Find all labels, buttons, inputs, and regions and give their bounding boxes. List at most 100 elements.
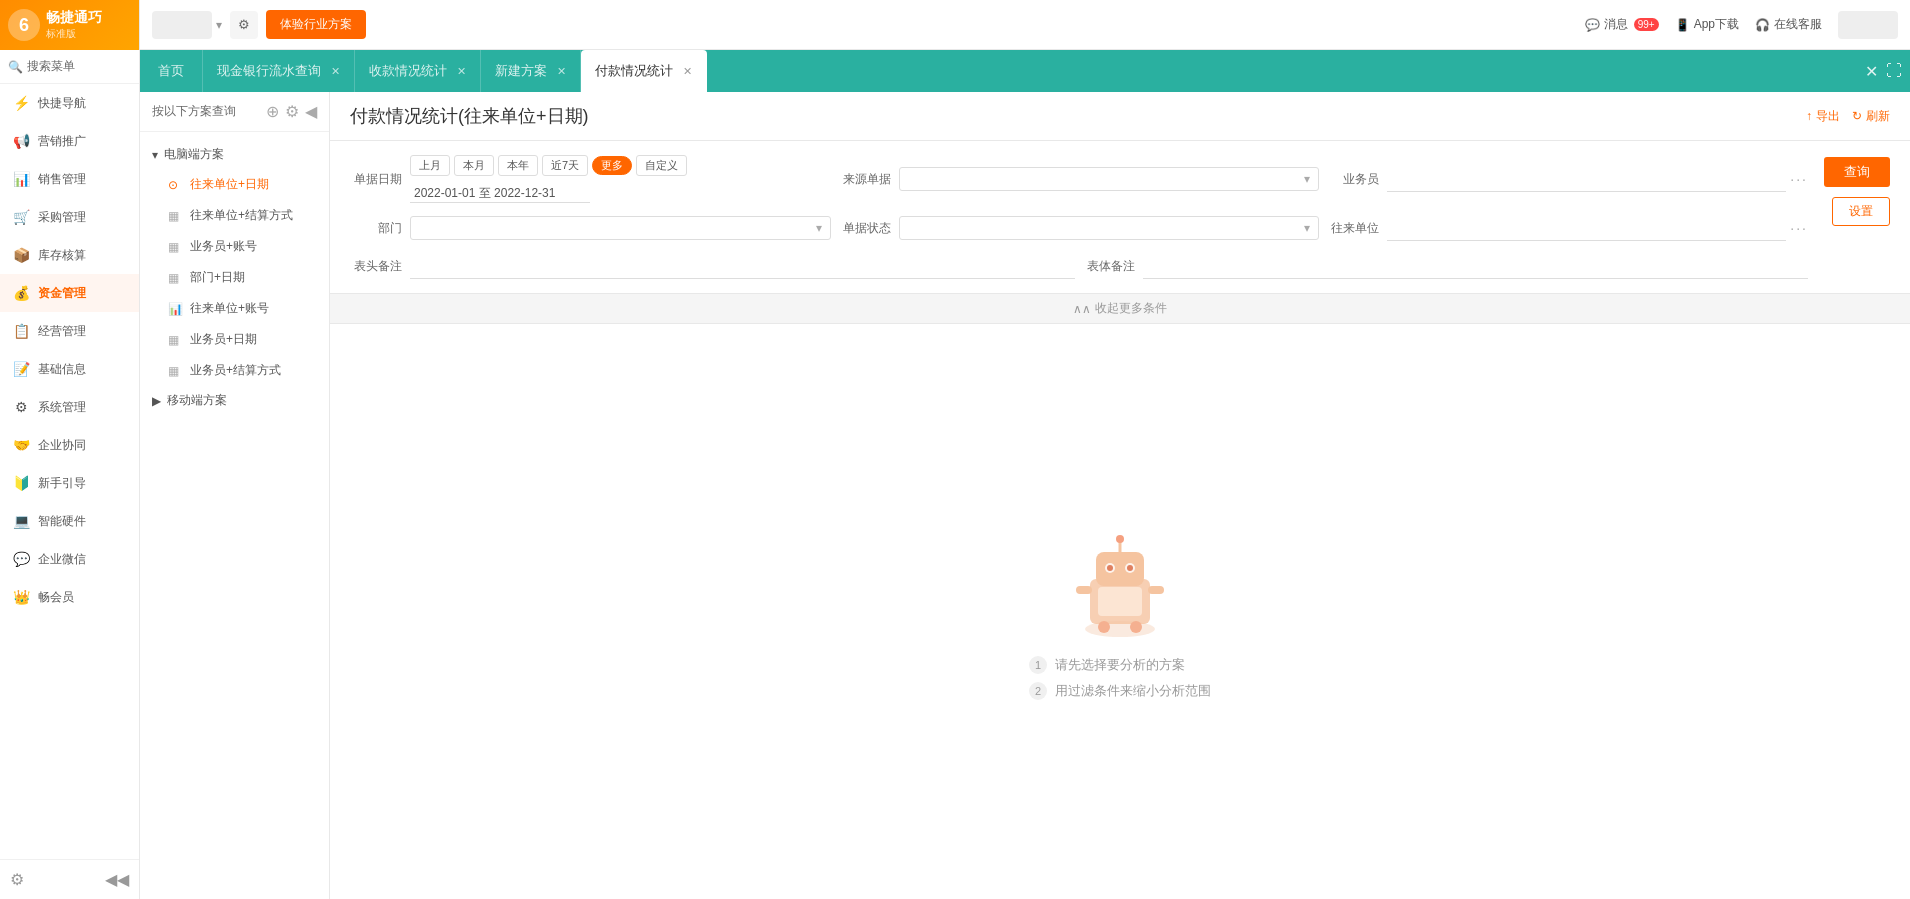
partner-label: 往来单位 bbox=[1327, 220, 1379, 237]
sidebar-item-operations[interactable]: 📋 经营管理 bbox=[0, 312, 139, 350]
tab-bank-flow-close[interactable]: ✕ bbox=[331, 65, 340, 78]
sidebar-item-label: 资金管理 bbox=[38, 285, 86, 302]
tab-receivable-label: 收款情况统计 bbox=[369, 62, 447, 80]
scheme-item-unit-date[interactable]: ⊙ 往来单位+日期 bbox=[140, 169, 329, 200]
tab-bank-flow[interactable]: 现金银行流水查询 ✕ bbox=[203, 50, 355, 92]
add-scheme-button[interactable]: ⊕ bbox=[266, 102, 279, 121]
sidebar-item-basic-info[interactable]: 📝 基础信息 bbox=[0, 350, 139, 388]
empty-hints: 1 请先选择要分析的方案 2 用过滤条件来缩小分析范围 bbox=[1029, 656, 1211, 700]
scheme-item-unit-settlement[interactable]: ▦ 往来单位+结算方式 bbox=[140, 200, 329, 231]
tab-close-all-button[interactable]: ✕ bbox=[1865, 62, 1878, 81]
message-button[interactable]: 💬 消息 99+ bbox=[1585, 16, 1659, 33]
staff-more-button[interactable]: ··· bbox=[1790, 171, 1808, 187]
dept-select[interactable]: ▾ bbox=[410, 216, 831, 240]
table-header-note-input[interactable] bbox=[410, 253, 1075, 279]
source-doc-select[interactable]: ▾ bbox=[899, 167, 1320, 191]
message-label: 消息 bbox=[1604, 16, 1628, 33]
date-btn-this-month[interactable]: 本月 bbox=[454, 155, 494, 176]
sidebar-item-member[interactable]: 👑 畅会员 bbox=[0, 578, 139, 616]
scheme-item-staff-account[interactable]: ▦ 业务员+账号 bbox=[140, 231, 329, 262]
sidebar-item-marketing[interactable]: 📢 营销推广 bbox=[0, 122, 139, 160]
svg-rect-2 bbox=[1098, 587, 1142, 616]
scheme-icon: ▦ bbox=[168, 364, 184, 378]
date-btn-last-7days[interactable]: 近7天 bbox=[542, 155, 588, 176]
hint2-text: 用过滤条件来缩小分析范围 bbox=[1055, 682, 1211, 700]
basic-info-icon: 📝 bbox=[12, 360, 30, 378]
table-body-note-input[interactable] bbox=[1143, 253, 1808, 279]
online-service-button[interactable]: 🎧 在线客服 bbox=[1755, 16, 1822, 33]
doc-status-select[interactable]: ▾ bbox=[899, 216, 1320, 240]
svg-rect-10 bbox=[1076, 586, 1092, 594]
collapse-panel-button[interactable]: ◀ bbox=[305, 102, 317, 121]
sales-icon: 📊 bbox=[12, 170, 30, 188]
purchase-icon: 🛒 bbox=[12, 208, 30, 226]
tab-new-scheme[interactable]: 新建方案 ✕ bbox=[481, 50, 581, 92]
tab-receivable[interactable]: 收款情况统计 ✕ bbox=[355, 50, 481, 92]
scheme-item-dept-date[interactable]: ▦ 部门+日期 bbox=[140, 262, 329, 293]
sidebar-item-sales[interactable]: 📊 销售管理 bbox=[0, 160, 139, 198]
settings-button[interactable]: 设置 bbox=[1832, 197, 1890, 226]
app-download-button[interactable]: 📱 App下载 bbox=[1675, 16, 1739, 33]
export-button[interactable]: ↑ 导出 bbox=[1806, 108, 1840, 125]
service-icon: 🎧 bbox=[1755, 18, 1770, 32]
refresh-button[interactable]: ↻ 刷新 bbox=[1852, 108, 1890, 125]
tab-receivable-close[interactable]: ✕ bbox=[457, 65, 466, 78]
user-avatar[interactable] bbox=[1838, 11, 1898, 39]
date-btn-more[interactable]: 更多 bbox=[592, 156, 632, 175]
tab-new-scheme-close[interactable]: ✕ bbox=[557, 65, 566, 78]
sidebar-collapse-button[interactable]: ◀◀ bbox=[105, 870, 129, 889]
date-range-input[interactable] bbox=[410, 184, 590, 203]
sidebar-item-purchase[interactable]: 🛒 采购管理 bbox=[0, 198, 139, 236]
expand-arrow-icon: ▾ bbox=[152, 148, 158, 162]
mobile-section-header[interactable]: ▶ 移动端方案 bbox=[140, 386, 329, 415]
empty-state: 1 请先选择要分析的方案 2 用过滤条件来缩小分析范围 bbox=[330, 324, 1910, 899]
sidebar-item-guide[interactable]: 🔰 新手引导 bbox=[0, 464, 139, 502]
search-menu-item[interactable]: 🔍 搜索菜单 bbox=[0, 50, 139, 84]
tab-expand-button[interactable]: ⛶ bbox=[1886, 62, 1902, 80]
sidebar-item-hardware[interactable]: 💻 智能硬件 bbox=[0, 502, 139, 540]
tab-payment-stats-close[interactable]: ✕ bbox=[683, 65, 692, 78]
scheme-item-unit-account[interactable]: 📊 往来单位+账号 bbox=[140, 293, 329, 324]
refresh-label: 刷新 bbox=[1866, 108, 1890, 125]
date-btn-last-month[interactable]: 上月 bbox=[410, 155, 450, 176]
scheme-settings-button[interactable]: ⚙ bbox=[285, 102, 299, 121]
svg-rect-11 bbox=[1148, 586, 1164, 594]
collapse-more-conditions-button[interactable]: ∧∧ 收起更多条件 bbox=[1073, 300, 1167, 317]
left-scheme-panel: 按以下方案查询 ⊕ ⚙ ◀ ▾ 电脑端方案 ⊙ 往来单位+日期 bbox=[140, 92, 330, 899]
hint1-text: 请先选择要分析的方案 bbox=[1055, 656, 1185, 674]
tab-payment-stats[interactable]: 付款情况统计 ✕ bbox=[581, 50, 707, 92]
sidebar: 6 畅捷通巧 标准版 🔍 搜索菜单 ⚡ 快捷导航 📢 营销推广 📊 销售管理 🛒… bbox=[0, 0, 140, 899]
page-title: 付款情况统计(往来单位+日期) bbox=[350, 104, 589, 128]
svg-point-9 bbox=[1116, 535, 1124, 543]
dept-arrow: ▾ bbox=[816, 221, 822, 235]
staff-input[interactable] bbox=[1387, 166, 1786, 192]
header-settings-button[interactable]: ⚙ bbox=[230, 11, 258, 39]
sidebar-gear-button[interactable]: ⚙ bbox=[10, 870, 24, 889]
company-dropdown-arrow[interactable]: ▾ bbox=[216, 18, 222, 32]
sidebar-item-quick-nav[interactable]: ⚡ 快捷导航 bbox=[0, 84, 139, 122]
query-button[interactable]: 查询 bbox=[1824, 157, 1890, 187]
trial-industry-button[interactable]: 体验行业方案 bbox=[266, 10, 366, 39]
sidebar-item-finance[interactable]: 💰 资金管理 bbox=[0, 274, 139, 312]
date-btn-this-year[interactable]: 本年 bbox=[498, 155, 538, 176]
partner-more-button[interactable]: ··· bbox=[1790, 220, 1808, 236]
sidebar-item-inventory[interactable]: 📦 库存核算 bbox=[0, 236, 139, 274]
partner-input[interactable] bbox=[1387, 215, 1786, 241]
scheme-item-staff-settlement[interactable]: ▦ 业务员+结算方式 bbox=[140, 355, 329, 386]
sidebar-item-label: 快捷导航 bbox=[38, 95, 86, 112]
scheme-item-staff-date[interactable]: ▦ 业务员+日期 bbox=[140, 324, 329, 355]
desktop-section-header[interactable]: ▾ 电脑端方案 bbox=[140, 140, 329, 169]
sidebar-item-system[interactable]: ⚙ 系统管理 bbox=[0, 388, 139, 426]
sidebar-item-label: 畅会员 bbox=[38, 589, 74, 606]
export-icon: ↑ bbox=[1806, 109, 1812, 123]
tab-home-label: 首页 bbox=[158, 62, 184, 80]
search-label: 搜索菜单 bbox=[27, 58, 75, 75]
sidebar-item-wechat[interactable]: 💬 企业微信 bbox=[0, 540, 139, 578]
sidebar-item-enterprise[interactable]: 🤝 企业协同 bbox=[0, 426, 139, 464]
tab-home[interactable]: 首页 bbox=[148, 50, 203, 92]
active-scheme-icon: ⊙ bbox=[168, 178, 184, 192]
date-btn-custom[interactable]: 自定义 bbox=[636, 155, 687, 176]
scheme-label: 业务员+结算方式 bbox=[190, 362, 281, 379]
scheme-label: 往来单位+账号 bbox=[190, 300, 269, 317]
scheme-label: 业务员+账号 bbox=[190, 238, 257, 255]
